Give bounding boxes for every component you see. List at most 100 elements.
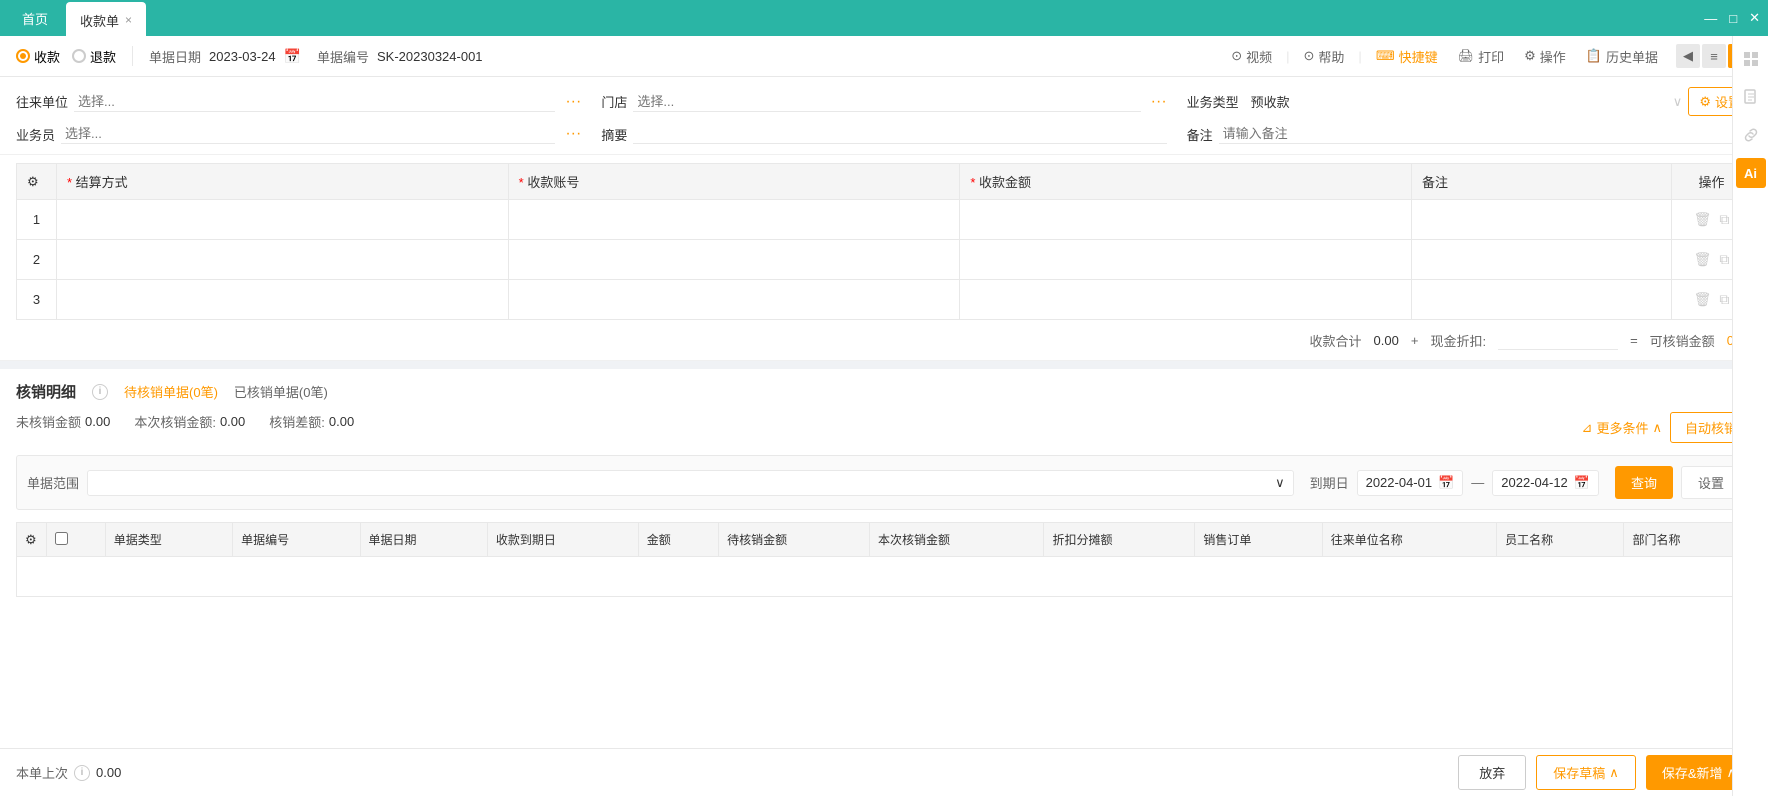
row-3-remark[interactable] [1412,280,1672,320]
filter-icon: ⊿ [1582,420,1593,436]
tab-home[interactable]: 首页 [8,0,62,36]
shortcut-icon: ⌨ [1376,48,1395,64]
th-remark: 备注 [1412,164,1672,200]
minimize-icon[interactable]: — [1704,11,1717,26]
counterparty-more-icon[interactable]: ··· [565,93,581,111]
current-value: 0.00 [220,414,245,429]
row-3-copy-icon[interactable]: ⧉ [1719,291,1729,308]
row-1-delete-icon[interactable]: 🗑 [1694,211,1712,228]
tab-bar: 首页 收款单 × — □ ✕ [0,0,1768,36]
row-1-amount[interactable] [960,200,1412,240]
operation-btn[interactable]: ⚙ 操作 [1518,45,1572,68]
business-type-arrow-icon[interactable]: ∨ [1673,94,1683,110]
history-btn[interactable]: 📋 历史单据 [1580,45,1664,68]
tab-close-icon[interactable]: × [125,13,132,27]
row-2-account[interactable] [508,240,960,280]
discard-button[interactable]: 放弃 [1458,755,1526,790]
print-btn[interactable]: 🖨 打印 [1452,45,1511,68]
row-3-amount[interactable] [960,280,1412,320]
th-sales-order: 销售订单 [1195,523,1322,557]
row-3-delete-icon[interactable]: 🗑 [1694,291,1712,308]
table-gear-icon[interactable]: ⚙ [17,164,57,200]
store-more-icon[interactable]: ··· [1151,93,1167,111]
date-from-input[interactable]: 2022-04-01 📅 [1357,470,1464,496]
batch-value: 0.00 [96,765,121,780]
plus-label: + [1411,333,1419,348]
row-num-3: 3 [17,280,57,320]
row-2-delete-icon[interactable]: 🗑 [1694,251,1712,268]
row-1-settle[interactable] [57,200,509,240]
pending-tab[interactable]: 待核销单据(0笔) [124,382,218,401]
link-icon [1743,127,1759,143]
reconcile-stats-row: 未核销金额 0.00 本次核销金额: 0.00 核销差额: 0.00 ⊿ 更多条… [16,412,1752,443]
batch-info-icon[interactable]: i [74,765,90,781]
range-filter-select[interactable]: ∨ [87,470,1294,496]
row-1-copy-icon[interactable]: ⧉ [1719,211,1729,228]
footer-info: 本单上次 i 0.00 [16,763,1446,782]
uncancelled-stat: 未核销金额 0.00 [16,412,110,431]
store-input[interactable] [633,92,1140,112]
counterparty-input[interactable] [74,92,555,112]
tab-home-label: 首页 [22,9,48,28]
sidebar-link-btn[interactable] [1736,120,1766,150]
print-icon: 🖨 [1458,48,1475,64]
sidebar-ai-btn[interactable]: Ai [1736,158,1766,188]
row-1-remark[interactable] [1412,200,1672,240]
radio-receipt[interactable]: 收款 [16,47,60,66]
th-amount: 金额 [638,523,718,557]
th-receipt-account-label: 收款账号 [519,175,580,190]
staff-more-icon[interactable]: ··· [565,125,581,143]
shortcut-btn[interactable]: ⌨ 快捷键 [1370,45,1444,68]
form-row-2: 业务员 ··· 摘要 备注 [16,124,1752,144]
done-tab[interactable]: 已核销单据(0笔) [234,382,328,401]
row-2-remark[interactable] [1412,240,1672,280]
more-conditions-btn[interactable]: ⊿ 更多条件 ∧ [1582,418,1662,437]
view-icon-list[interactable]: ≡ [1702,44,1726,68]
table-row: 3 🗑 ⧉ [17,280,1752,320]
query-button[interactable]: 查询 [1615,466,1673,499]
doc-date-calendar-icon[interactable]: 📅 [284,48,301,65]
th-receipt-amount-label: 收款金额 [970,175,1031,190]
sidebar-grid-btn[interactable] [1736,44,1766,74]
th-discount: 折扣分摊额 [1044,523,1195,557]
range-filter-field: 单据范围 ∨ [27,470,1294,496]
maximize-icon[interactable]: □ [1729,11,1737,26]
remark-input[interactable] [1219,124,1752,144]
discount-input[interactable] [1498,330,1618,350]
save-draft-button[interactable]: 保存草稿 ∧ [1536,755,1636,790]
date-to-calendar-icon: 📅 [1574,475,1590,491]
date-from-calendar-icon: 📅 [1438,475,1454,491]
summary-row: 收款合计 0.00 + 现金折扣: = 可核销金额 0.00 [0,320,1768,361]
row-1-account[interactable] [508,200,960,240]
save-draft-label: 保存草稿 [1553,763,1605,782]
row-2-settle[interactable] [57,240,509,280]
view-icon-prev[interactable]: ◀ [1676,44,1700,68]
th-doc-date: 单据日期 [360,523,487,557]
row-3-account[interactable] [508,280,960,320]
video-btn[interactable]: ⊙ 视频 [1225,45,1278,68]
help-btn[interactable]: ⊙ 帮助 [1298,45,1351,68]
row-2-copy-icon[interactable]: ⧉ [1719,251,1729,268]
select-all-checkbox[interactable] [55,532,68,545]
form-row-1: 往来单位 ··· 门店 ··· 业务类型 预收款 ∨ ⚙ 设置 [16,87,1752,116]
sidebar-doc-btn[interactable] [1736,82,1766,112]
doc-no-label: 单据编号 [317,47,369,66]
row-num-2: 2 [17,240,57,280]
main-content: 收款 退款 单据日期 2023-03-24 📅 单据编号 SK-20230324… [0,36,1768,796]
row-3-settle[interactable] [57,280,509,320]
total-value: 0.00 [1374,333,1399,348]
th-gear-icon[interactable]: ⚙ [25,532,37,547]
row-2-amount[interactable] [960,240,1412,280]
batch-label: 本单上次 [16,763,68,782]
staff-input[interactable] [61,124,555,144]
th-counterparty: 往来单位名称 [1322,523,1496,557]
counterparty-field: 往来单位 ··· [16,92,581,112]
date-to-input[interactable]: 2022-04-12 📅 [1492,470,1599,496]
summary-input[interactable] [633,124,1166,144]
radio-refund[interactable]: 退款 [72,47,116,66]
radio-refund-circle [72,49,86,63]
tab-active[interactable]: 收款单 × [66,2,146,38]
reconcile-info-icon[interactable]: i [92,384,108,400]
store-field: 门店 ··· [601,92,1166,112]
close-icon[interactable]: ✕ [1749,10,1760,26]
